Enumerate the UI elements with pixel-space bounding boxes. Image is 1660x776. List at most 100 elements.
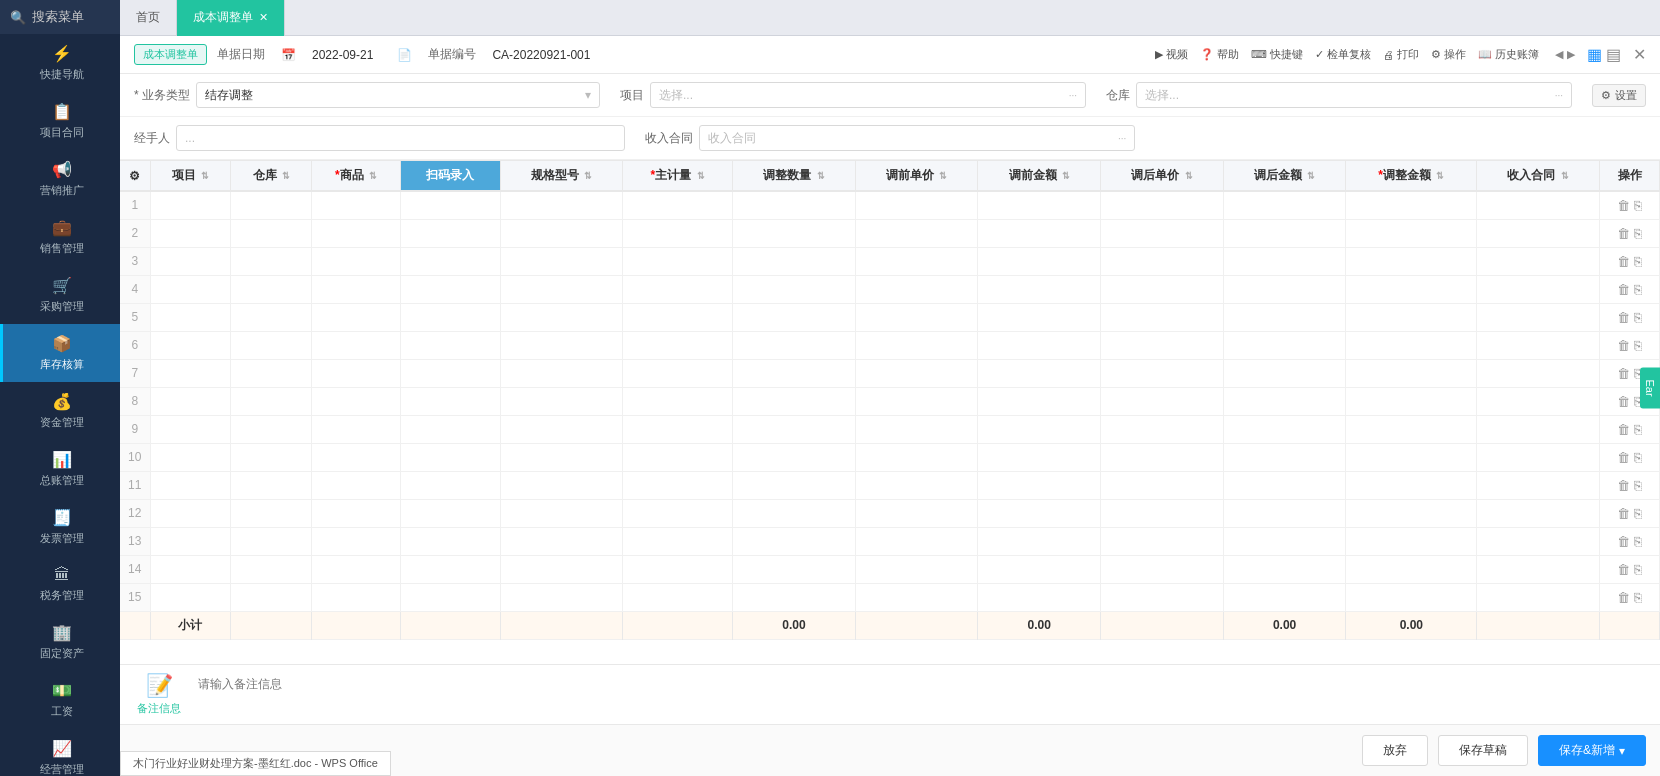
row-income-contract[interactable]: [1477, 275, 1600, 303]
row-before-price[interactable]: [855, 219, 978, 247]
row-after-price[interactable]: [1101, 499, 1224, 527]
notes-input[interactable]: [194, 673, 1646, 695]
row-product[interactable]: [312, 499, 401, 527]
row-scan[interactable]: [401, 443, 500, 471]
row-before-price[interactable]: [855, 331, 978, 359]
row-before-price[interactable]: [855, 415, 978, 443]
col-spec[interactable]: 规格型号 ⇅: [500, 161, 623, 191]
row-before-price[interactable]: [855, 443, 978, 471]
row-unit[interactable]: [623, 527, 733, 555]
sidebar-item-finance[interactable]: 💰资金管理: [0, 382, 120, 440]
row-qty[interactable]: [733, 247, 856, 275]
panel-close-btn[interactable]: ✕: [1633, 45, 1646, 64]
col-project[interactable]: 项目 ⇅: [150, 161, 231, 191]
row-qty[interactable]: [733, 499, 856, 527]
row-delete-icon[interactable]: 🗑: [1617, 310, 1630, 325]
row-after-amount[interactable]: [1223, 443, 1346, 471]
row-warehouse[interactable]: [231, 583, 312, 611]
row-before-price[interactable]: [855, 359, 978, 387]
row-qty[interactable]: [733, 191, 856, 219]
row-before-amount[interactable]: [978, 527, 1101, 555]
discard-button[interactable]: 放弃: [1362, 735, 1428, 766]
row-spec[interactable]: [500, 583, 623, 611]
row-after-price[interactable]: [1101, 527, 1224, 555]
row-unit[interactable]: [623, 555, 733, 583]
col-unit[interactable]: *主计量 ⇅: [623, 161, 733, 191]
col-product[interactable]: *商品 ⇅: [312, 161, 401, 191]
row-before-amount[interactable]: [978, 191, 1101, 219]
row-after-price[interactable]: [1101, 247, 1224, 275]
row-qty[interactable]: [733, 583, 856, 611]
row-unit[interactable]: [623, 191, 733, 219]
row-adjust-amount[interactable]: [1346, 387, 1477, 415]
row-product[interactable]: [312, 527, 401, 555]
row-spec[interactable]: [500, 191, 623, 219]
row-delete-icon[interactable]: 🗑: [1617, 338, 1630, 353]
row-scan[interactable]: [401, 359, 500, 387]
row-spec[interactable]: [500, 359, 623, 387]
row-delete-icon[interactable]: 🗑: [1617, 562, 1630, 577]
row-unit[interactable]: [623, 415, 733, 443]
row-qty[interactable]: [733, 555, 856, 583]
row-adjust-amount[interactable]: [1346, 247, 1477, 275]
row-warehouse[interactable]: [231, 303, 312, 331]
col-scan[interactable]: 扫码录入: [401, 161, 500, 191]
row-spec[interactable]: [500, 303, 623, 331]
row-project[interactable]: [150, 359, 231, 387]
col-qty[interactable]: 调整数量 ⇅: [733, 161, 856, 191]
row-project[interactable]: [150, 191, 231, 219]
row-warehouse[interactable]: [231, 527, 312, 555]
sidebar-search[interactable]: 🔍 搜索菜单: [0, 0, 120, 34]
row-after-amount[interactable]: [1223, 499, 1346, 527]
row-qty[interactable]: [733, 415, 856, 443]
row-delete-icon[interactable]: 🗑: [1617, 534, 1630, 549]
row-copy-icon[interactable]: ⎘: [1634, 590, 1642, 605]
sidebar-item-quick-nav[interactable]: ⚡快捷导航: [0, 34, 120, 92]
row-product[interactable]: [312, 583, 401, 611]
row-copy-icon[interactable]: ⎘: [1634, 338, 1642, 353]
row-adjust-amount[interactable]: [1346, 527, 1477, 555]
row-before-amount[interactable]: [978, 275, 1101, 303]
row-project[interactable]: [150, 583, 231, 611]
row-after-price[interactable]: [1101, 583, 1224, 611]
sidebar-item-sales[interactable]: 💼销售管理: [0, 208, 120, 266]
row-after-amount[interactable]: [1223, 303, 1346, 331]
row-warehouse[interactable]: [231, 499, 312, 527]
row-project[interactable]: [150, 275, 231, 303]
row-unit[interactable]: [623, 331, 733, 359]
tab-close-icon[interactable]: ✕: [259, 11, 268, 24]
row-qty[interactable]: [733, 527, 856, 555]
row-warehouse[interactable]: [231, 191, 312, 219]
row-delete-icon[interactable]: 🗑: [1617, 478, 1630, 493]
row-scan[interactable]: [401, 555, 500, 583]
row-warehouse[interactable]: [231, 247, 312, 275]
row-product[interactable]: [312, 415, 401, 443]
row-unit[interactable]: [623, 275, 733, 303]
row-adjust-amount[interactable]: [1346, 499, 1477, 527]
col-after-price[interactable]: 调后单价 ⇅: [1101, 161, 1224, 191]
col-warehouse[interactable]: 仓库 ⇅: [231, 161, 312, 191]
row-after-amount[interactable]: [1223, 219, 1346, 247]
row-after-amount[interactable]: [1223, 247, 1346, 275]
sidebar-item-tax[interactable]: 🏛税务管理: [0, 556, 120, 613]
row-spec[interactable]: [500, 387, 623, 415]
row-unit[interactable]: [623, 303, 733, 331]
sidebar-item-assets[interactable]: 🏢固定资产: [0, 613, 120, 671]
row-spec[interactable]: [500, 247, 623, 275]
row-scan[interactable]: [401, 247, 500, 275]
row-after-price[interactable]: [1101, 303, 1224, 331]
row-before-price[interactable]: [855, 499, 978, 527]
row-adjust-amount[interactable]: [1346, 443, 1477, 471]
row-before-amount[interactable]: [978, 387, 1101, 415]
row-income-contract[interactable]: [1477, 555, 1600, 583]
row-copy-icon[interactable]: ⎘: [1634, 226, 1642, 241]
row-after-price[interactable]: [1101, 219, 1224, 247]
row-copy-icon[interactable]: ⎘: [1634, 198, 1642, 213]
row-scan[interactable]: [401, 471, 500, 499]
row-spec[interactable]: [500, 331, 623, 359]
row-delete-icon[interactable]: 🗑: [1617, 422, 1630, 437]
row-unit[interactable]: [623, 219, 733, 247]
row-income-contract[interactable]: [1477, 359, 1600, 387]
row-before-price[interactable]: [855, 527, 978, 555]
row-warehouse[interactable]: [231, 471, 312, 499]
